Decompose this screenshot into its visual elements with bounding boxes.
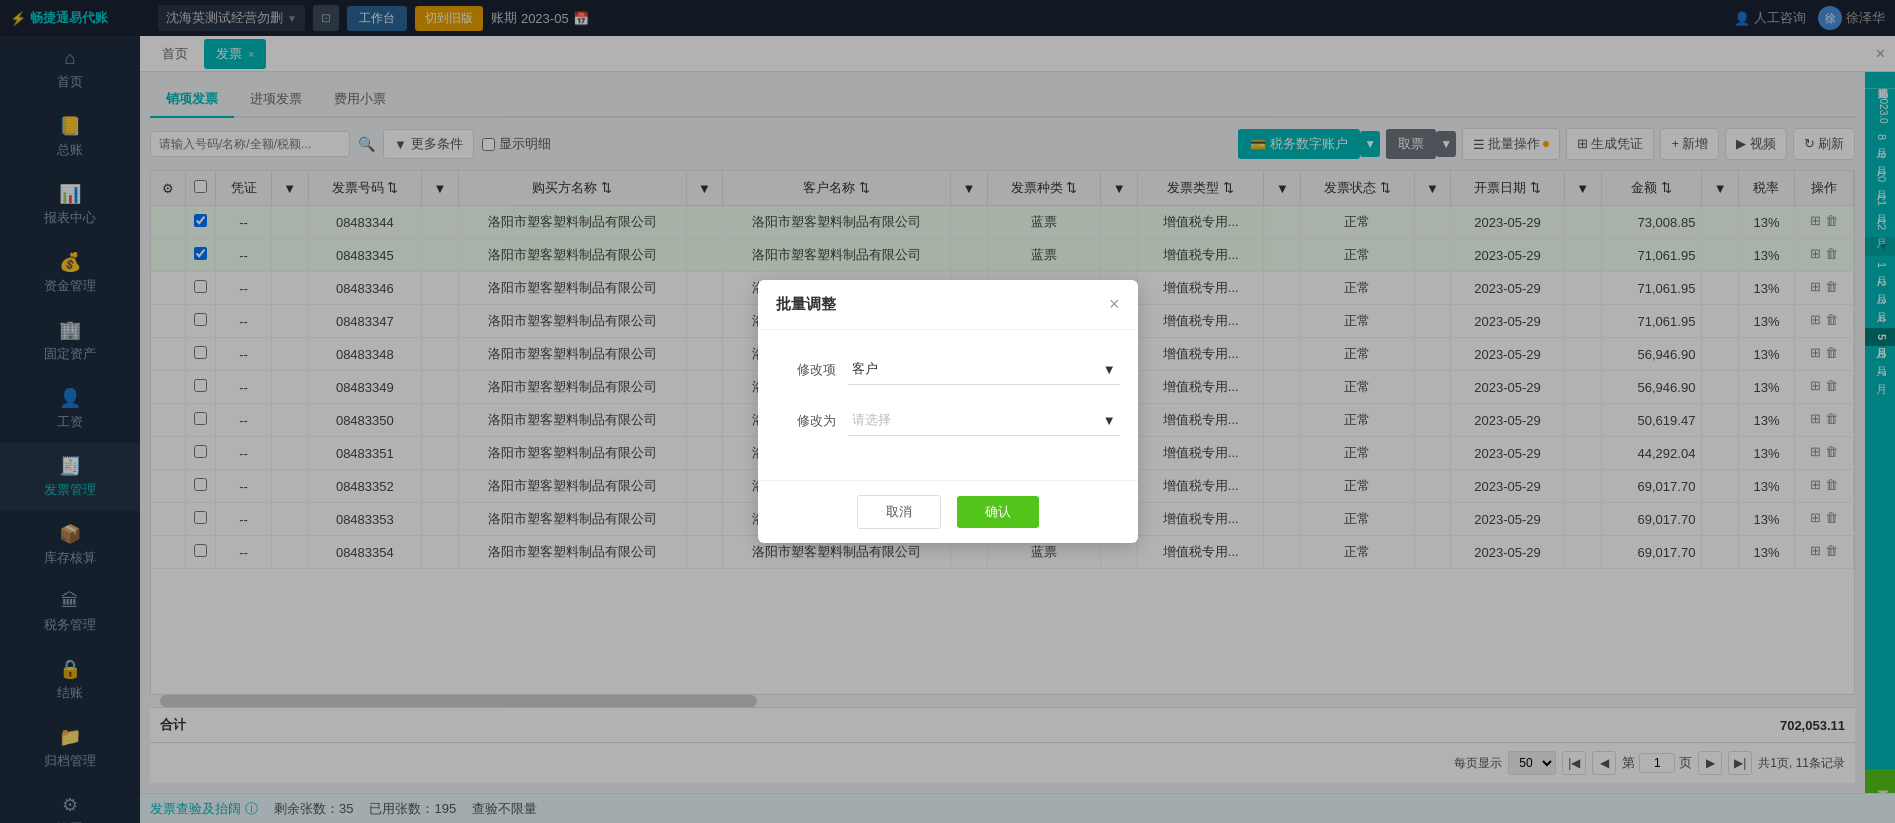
batch-adjust-modal: 批量调整 × 修改项 客户 ▼ 修改为 请选择 ▼ 取消 确认 <box>758 280 1138 543</box>
modal-overlay: 批量调整 × 修改项 客户 ▼ 修改为 请选择 ▼ 取消 确认 <box>0 0 1895 823</box>
modify-to-label: 修改为 <box>776 412 836 430</box>
modal-body: 修改项 客户 ▼ 修改为 请选择 ▼ <box>758 330 1138 480</box>
modify-field-label: 修改项 <box>776 361 836 379</box>
modify-to-placeholder: 请选择 <box>852 411 891 429</box>
chevron-down-icon: ▼ <box>1103 362 1116 377</box>
confirm-button[interactable]: 确认 <box>957 496 1039 528</box>
modal-footer: 取消 确认 <box>758 480 1138 543</box>
modify-field-value: 客户 <box>852 360 878 378</box>
modify-field-select[interactable]: 客户 ▼ <box>848 354 1120 385</box>
modal-title: 批量调整 <box>776 295 836 314</box>
modify-to-select[interactable]: 请选择 ▼ <box>848 405 1120 436</box>
modal-header: 批量调整 × <box>758 280 1138 330</box>
chevron-down-icon2: ▼ <box>1103 413 1116 428</box>
modify-field-row: 修改项 客户 ▼ <box>776 354 1120 385</box>
modify-to-row: 修改为 请选择 ▼ <box>776 405 1120 436</box>
modal-close-button[interactable]: × <box>1109 294 1120 315</box>
cancel-button[interactable]: 取消 <box>857 495 941 529</box>
